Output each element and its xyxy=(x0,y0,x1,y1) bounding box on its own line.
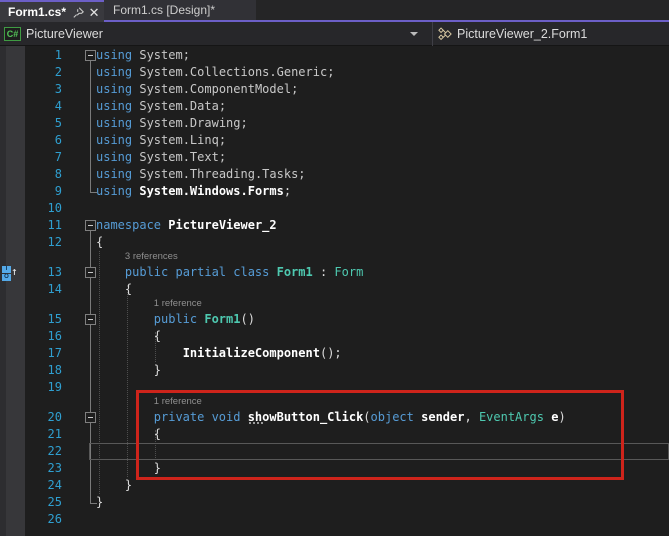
line-number: 7 xyxy=(0,149,62,166)
code-line-8[interactable]: 8 using System.Threading.Tasks; xyxy=(0,166,669,183)
line-number: 25 xyxy=(0,494,62,511)
pin-icon[interactable] xyxy=(71,5,85,19)
code-text: using System.Threading.Tasks; xyxy=(96,166,306,183)
outline-region-usings xyxy=(90,61,97,193)
line-number: 20 xyxy=(0,409,62,426)
code-line-12[interactable]: 12 { xyxy=(0,234,669,251)
line-number: 14 xyxy=(0,281,62,298)
tab-label: Form1.cs [Design]* xyxy=(113,3,215,17)
collapse-toggle-icon[interactable] xyxy=(85,314,96,325)
tab-form1-cs-design[interactable]: Form1.cs [Design]* xyxy=(104,0,256,20)
document-tab-bar: Form1.cs* ✕ Form1.cs [Design]* xyxy=(0,0,669,22)
code-line-5[interactable]: 5 using System.Drawing; xyxy=(0,115,669,132)
code-line-16[interactable]: 16 { xyxy=(0,328,669,345)
code-line-7[interactable]: 7 using System.Text; xyxy=(0,149,669,166)
line-number: 15 xyxy=(0,311,62,328)
line-number: 4 xyxy=(0,98,62,115)
code-text: using System.Collections.Generic; xyxy=(96,64,334,81)
line-number: 24 xyxy=(0,477,62,494)
codelens-references[interactable]: 3 references xyxy=(125,251,178,264)
line-number: 19 xyxy=(0,379,62,396)
code-text: namespace PictureViewer_2 xyxy=(96,217,277,234)
line-number: 2 xyxy=(0,64,62,81)
visual-studio-editor-window: Form1.cs* ✕ Form1.cs [Design]* C# Pictur… xyxy=(0,0,669,536)
code-text: using System.Drawing; xyxy=(96,115,248,132)
annotation-red-box xyxy=(136,390,624,480)
class-icon xyxy=(438,27,452,41)
line-number: 16 xyxy=(0,328,62,345)
code-text: { xyxy=(96,234,103,251)
code-text: InitializeComponent(); xyxy=(96,345,342,362)
line-number: 6 xyxy=(0,132,62,149)
type-dropdown-label: PictureViewer_2.Form1 xyxy=(457,27,587,41)
code-line-14[interactable]: 14{ xyxy=(0,281,669,298)
code-text: } xyxy=(96,362,161,379)
code-text: public partial class Form1 : Form xyxy=(96,264,363,281)
code-text: using System.ComponentModel; xyxy=(96,81,298,98)
code-line-2[interactable]: 2 using System.Collections.Generic; xyxy=(0,64,669,81)
project-dropdown[interactable]: C# PictureViewer xyxy=(0,22,432,45)
code-editor[interactable]: 1 using System; 2 using System.Collections.… xyxy=(0,46,669,536)
code-text: using System.Windows.Forms; xyxy=(96,183,291,200)
line-number: 22 xyxy=(0,443,62,460)
indent-guide xyxy=(155,332,156,362)
code-line-18[interactable]: 18} xyxy=(0,362,669,379)
line-number: 23 xyxy=(0,460,62,477)
code-text: { xyxy=(96,328,161,345)
line-number: 12 xyxy=(0,234,62,251)
code-text: } xyxy=(96,477,132,494)
code-text: using System.Data; xyxy=(96,98,226,115)
inheritance-margin-icon[interactable]: IO↑ xyxy=(2,266,20,281)
line-number: 1 xyxy=(0,47,62,64)
code-line-11[interactable]: 11 namespace PictureViewer_2 xyxy=(0,217,669,234)
code-line-6[interactable]: 6 using System.Linq; xyxy=(0,132,669,149)
code-text: using System; xyxy=(96,47,190,64)
line-number: 18 xyxy=(0,362,62,379)
chevron-down-icon[interactable] xyxy=(410,32,418,36)
collapse-toggle-icon[interactable] xyxy=(85,412,96,423)
type-dropdown[interactable]: PictureViewer_2.Form1 xyxy=(433,27,587,41)
line-number: 26 xyxy=(0,511,62,528)
collapse-toggle-icon[interactable] xyxy=(85,220,96,231)
collapse-toggle-icon[interactable] xyxy=(85,267,96,278)
line-number: 5 xyxy=(0,115,62,132)
line-number: 9 xyxy=(0,183,62,200)
code-line-9[interactable]: 9 using System.Windows.Forms; xyxy=(0,183,669,200)
code-text: using System.Linq; xyxy=(96,132,226,149)
editor-navigation-bar: C# PictureViewer PictureViewer_2.Form1 xyxy=(0,22,669,46)
code-text: public Form1() xyxy=(96,311,255,328)
code-text: } xyxy=(96,494,103,511)
code-text: using System.Text; xyxy=(96,149,226,166)
code-line-10[interactable]: 10 xyxy=(0,200,669,217)
code-line-4[interactable]: 4 using System.Data; xyxy=(0,98,669,115)
line-number: 11 xyxy=(0,217,62,234)
line-number: 10 xyxy=(0,200,62,217)
code-line-15[interactable]: 15 public Form1() xyxy=(0,311,669,328)
tab-form1-cs[interactable]: Form1.cs* ✕ xyxy=(0,0,104,22)
code-line-13[interactable]: 13IO↑public partial class Form1 : Form xyxy=(0,264,669,281)
line-number: 8 xyxy=(0,166,62,183)
code-line-26[interactable]: 26 xyxy=(0,511,669,528)
collapse-toggle-icon[interactable] xyxy=(85,50,96,61)
code-line-3[interactable]: 3 using System.ComponentModel; xyxy=(0,81,669,98)
close-icon[interactable]: ✕ xyxy=(87,5,101,19)
tab-label: Form1.cs* xyxy=(8,5,66,19)
line-number: 17 xyxy=(0,345,62,362)
code-line-1[interactable]: 1 using System; xyxy=(0,47,669,64)
line-number: 21 xyxy=(0,426,62,443)
code-line-17[interactable]: 17 InitializeComponent(); xyxy=(0,345,669,362)
line-number: 3 xyxy=(0,81,62,98)
codelens-references[interactable]: 1 reference xyxy=(154,298,202,311)
project-dropdown-label: PictureViewer xyxy=(26,27,103,41)
csharp-project-icon: C# xyxy=(4,27,21,41)
code-line-25[interactable]: 25} xyxy=(0,494,669,511)
